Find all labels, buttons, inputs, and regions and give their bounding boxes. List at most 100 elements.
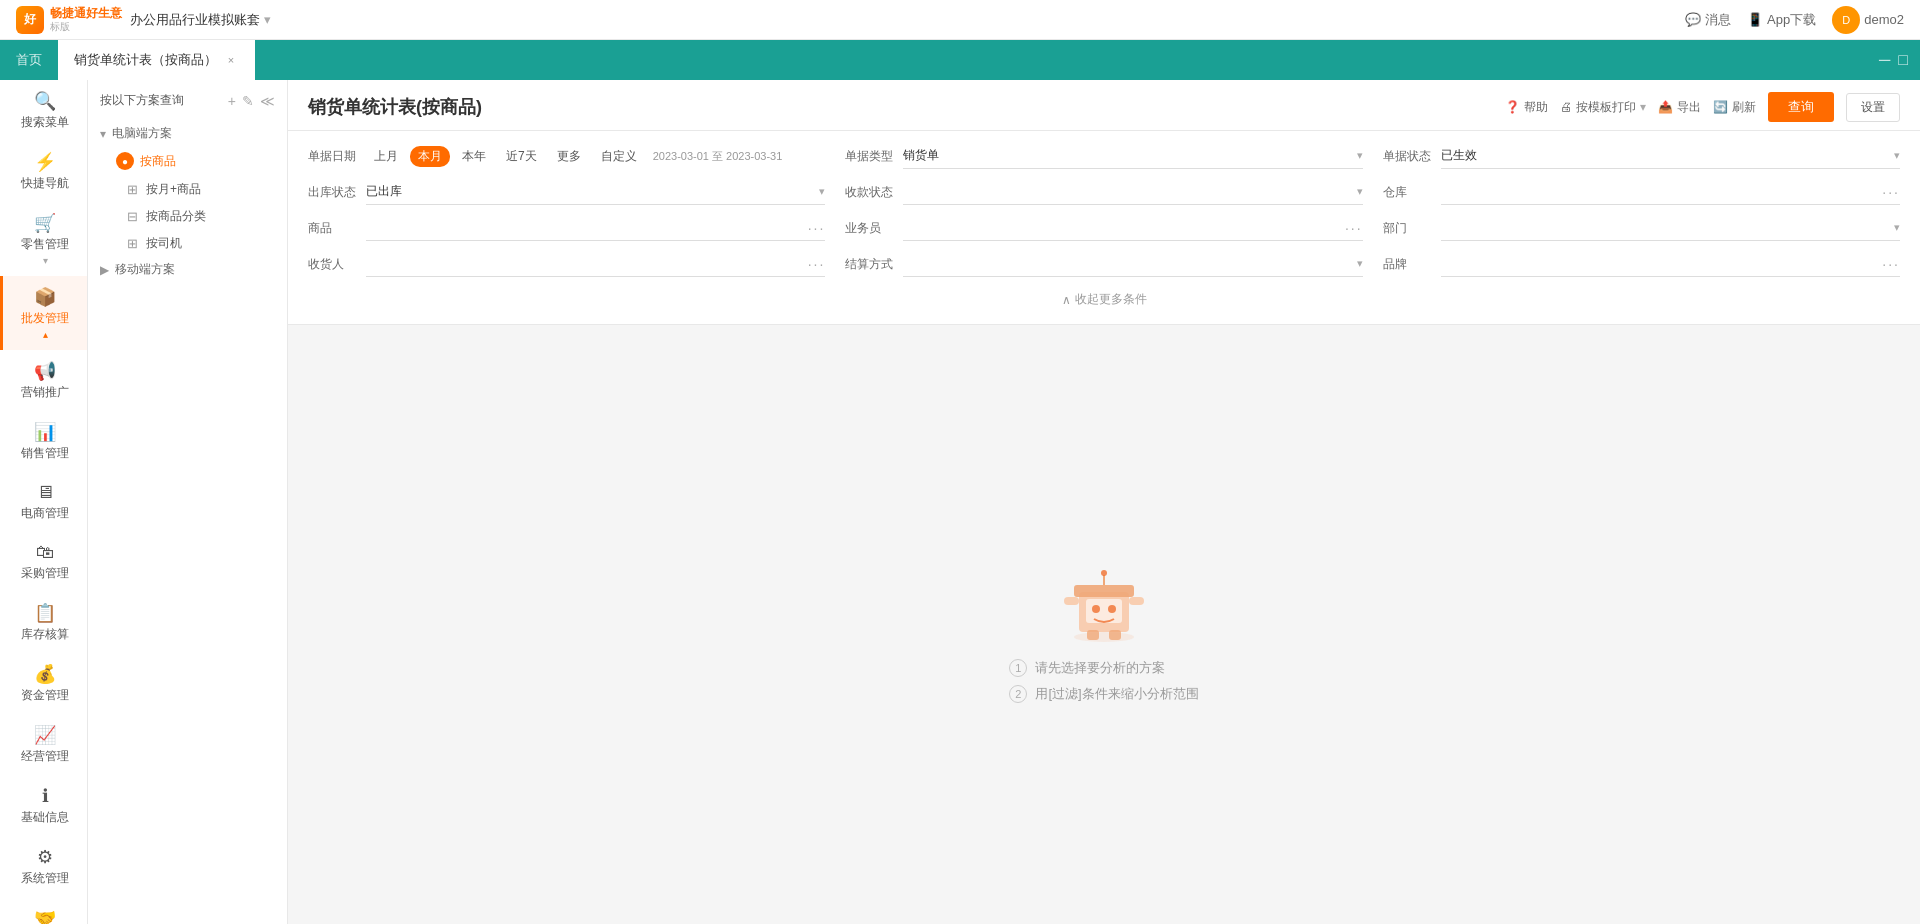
print-icon: 🖨 <box>1560 100 1572 114</box>
sidebar-item-wholesale[interactable]: 📦 批发管理 ▴ <box>0 276 87 350</box>
sidebar-item-ecommerce[interactable]: 🖥 电商管理 <box>0 472 87 532</box>
payment-method-control[interactable]: ▾ <box>903 251 1362 277</box>
sidebar-item-label: 零售管理 <box>21 236 69 253</box>
date-tab-more[interactable]: 更多 <box>549 146 589 167</box>
chevron-right-icon: ▶ <box>100 263 109 277</box>
help-button[interactable]: ❓ 帮助 <box>1505 99 1548 116</box>
industry-selector[interactable]: 办公用品行业模拟账套 ▾ <box>130 11 271 29</box>
add-scheme-button[interactable]: + <box>228 93 236 109</box>
sidebar-item-purchase[interactable]: 🛍 采购管理 <box>0 532 87 592</box>
warehouse-control[interactable]: ··· <box>1441 179 1900 205</box>
sidebar-item-search-menu[interactable]: 🔍 搜索菜单 <box>0 80 87 141</box>
svg-rect-2 <box>1074 585 1134 597</box>
empty-step-2: 2 用[过滤]条件来缩小分析范围 <box>1009 685 1198 703</box>
brand-control[interactable]: ··· <box>1441 251 1900 277</box>
app-download-button[interactable]: 📱 App下载 <box>1747 11 1816 29</box>
desktop-group-header[interactable]: ▾ 电脑端方案 <box>88 121 287 146</box>
minimize-icon[interactable]: ─ <box>1879 51 1890 69</box>
sidebar-item-system[interactable]: ⚙ 系统管理 <box>0 836 87 897</box>
sidebar-item-basic[interactable]: ℹ 基础信息 <box>0 775 87 836</box>
app-download-label: App下载 <box>1767 11 1816 29</box>
date-tab-7days[interactable]: 近7天 <box>498 146 545 167</box>
refresh-button[interactable]: 🔄 刷新 <box>1713 99 1756 116</box>
header-left: 好 畅捷通好生意 标版 办公用品行业模拟账套 ▾ <box>16 6 271 34</box>
brand-dots: ··· <box>1882 256 1900 272</box>
filter-row-4: 收货人 ··· 结算方式 ▾ 品牌 <box>308 251 1900 277</box>
recipient-label: 收货人 <box>308 256 358 273</box>
svg-rect-11 <box>1109 630 1121 640</box>
date-tab-custom[interactable]: 自定义 <box>593 146 645 167</box>
sub-scheme-label: 按商品分类 <box>146 208 206 225</box>
filter-row-3: 商品 ··· 业务员 ··· 部门 <box>308 215 1900 241</box>
scheme-sub-item-driver[interactable]: ⊞ 按司机 <box>88 230 287 257</box>
active-scheme-icon: ● <box>116 152 134 170</box>
chevron-down-icon: ▾ <box>43 255 48 266</box>
sidebar-item-quick-nav[interactable]: ⚡ 快捷导航 <box>0 141 87 202</box>
filter-doc-type: 单据类型 销货单 ▾ <box>845 143 1362 169</box>
export-button[interactable]: 📤 导出 <box>1658 99 1701 116</box>
scheme-sub-item-category[interactable]: ⊟ 按商品分类 <box>88 203 287 230</box>
out-status-control[interactable]: 已出库 ▾ <box>366 179 825 205</box>
svg-rect-8 <box>1064 597 1079 605</box>
goods-control[interactable]: ··· <box>366 215 825 241</box>
message-label: 消息 <box>1705 11 1731 29</box>
sub-scheme-icon-2: ⊟ <box>124 209 140 224</box>
salesperson-control[interactable]: ··· <box>903 215 1362 241</box>
edit-scheme-button[interactable]: ✎ <box>242 93 254 109</box>
filter-warehouse: 仓库 ··· <box>1383 179 1900 205</box>
print-button[interactable]: 🖨 按模板打印 ▾ <box>1560 99 1646 116</box>
maximize-icon[interactable]: □ <box>1898 51 1908 69</box>
recipient-control[interactable]: ··· <box>366 251 825 277</box>
mobile-group-header[interactable]: ▶ 移动端方案 <box>88 257 287 282</box>
corp-icon: 🤝 <box>34 907 56 924</box>
sidebar-item-operation[interactable]: 📈 经营管理 <box>0 714 87 775</box>
sidebar-item-label: 基础信息 <box>21 809 69 826</box>
svg-rect-9 <box>1129 597 1144 605</box>
sidebar-item-retail[interactable]: 🛒 零售管理 ▾ <box>0 202 87 276</box>
tab-home-label: 首页 <box>16 51 42 69</box>
header-right: 💬 消息 📱 App下载 d demo2 <box>1685 6 1904 34</box>
collapse-panel-button[interactable]: ≪ <box>260 93 275 109</box>
content-area: 按以下方案查询 + ✎ ≪ ▾ 电脑端方案 ● 按商品 ⊞ <box>88 80 1920 924</box>
marketing-icon: 📢 <box>34 360 56 382</box>
step-2-num: 2 <box>1009 685 1027 703</box>
message-button[interactable]: 💬 消息 <box>1685 11 1731 29</box>
date-tab-this-month[interactable]: 本月 <box>410 146 450 167</box>
query-button[interactable]: 查询 <box>1768 92 1834 122</box>
operation-icon: 📈 <box>34 724 56 746</box>
date-label: 单据日期 <box>308 148 358 165</box>
setting-button[interactable]: 设置 <box>1846 93 1900 122</box>
scheme-sub-item-month-goods[interactable]: ⊞ 按月+商品 <box>88 176 287 203</box>
inventory-icon: 📋 <box>34 602 56 624</box>
sidebar-item-label: 资金管理 <box>21 687 69 704</box>
collapse-filter-button[interactable]: ∧ 收起更多条件 <box>308 287 1900 312</box>
date-range-display: 2023-03-01 至 2023-03-31 <box>653 149 783 164</box>
filter-date: 单据日期 上月 本月 本年 近7天 更多 自定义 2023-03-01 至 20… <box>308 146 825 167</box>
user-menu[interactable]: d demo2 <box>1832 6 1904 34</box>
doc-status-control[interactable]: 已生效 ▾ <box>1441 143 1900 169</box>
scheme-item-by-goods[interactable]: ● 按商品 <box>88 146 287 176</box>
export-label: 导出 <box>1677 99 1701 116</box>
doc-type-control[interactable]: 销货单 ▾ <box>903 143 1362 169</box>
sidebar-item-marketing[interactable]: 📢 营销推广 <box>0 350 87 411</box>
filter-area: 单据日期 上月 本月 本年 近7天 更多 自定义 2023-03-01 至 20… <box>288 131 1920 325</box>
tab-home[interactable]: 首页 <box>0 40 58 80</box>
sidebar-item-finance[interactable]: 💰 资金管理 <box>0 653 87 714</box>
sidebar-item-sales[interactable]: 📊 销售管理 <box>0 411 87 472</box>
tab-active-label: 销货单统计表（按商品） <box>74 51 217 69</box>
sidebar-item-corp[interactable]: 🤝 企业协同 <box>0 897 87 924</box>
dept-control[interactable]: ▾ <box>1441 215 1900 241</box>
tab-close-button[interactable]: × <box>223 52 239 68</box>
sidebar-item-inventory[interactable]: 📋 库存核算 <box>0 592 87 653</box>
empty-state: 1 请先选择要分析的方案 2 用[过滤]条件来缩小分析范围 <box>288 325 1920 924</box>
doc-type-arrow: ▾ <box>1357 149 1363 162</box>
filter-out-status: 出库状态 已出库 ▾ <box>308 179 825 205</box>
receipt-status-arrow: ▾ <box>1357 185 1363 198</box>
sidebar-item-label: 搜索菜单 <box>21 114 69 131</box>
date-tab-last-month[interactable]: 上月 <box>366 146 406 167</box>
date-tab-this-year[interactable]: 本年 <box>454 146 494 167</box>
receipt-status-control[interactable]: ▾ <box>903 179 1362 205</box>
logo-area: 好 畅捷通好生意 标版 <box>16 6 122 34</box>
app-subtitle: 标版 <box>50 21 122 33</box>
tab-active[interactable]: 销货单统计表（按商品） × <box>58 40 255 80</box>
